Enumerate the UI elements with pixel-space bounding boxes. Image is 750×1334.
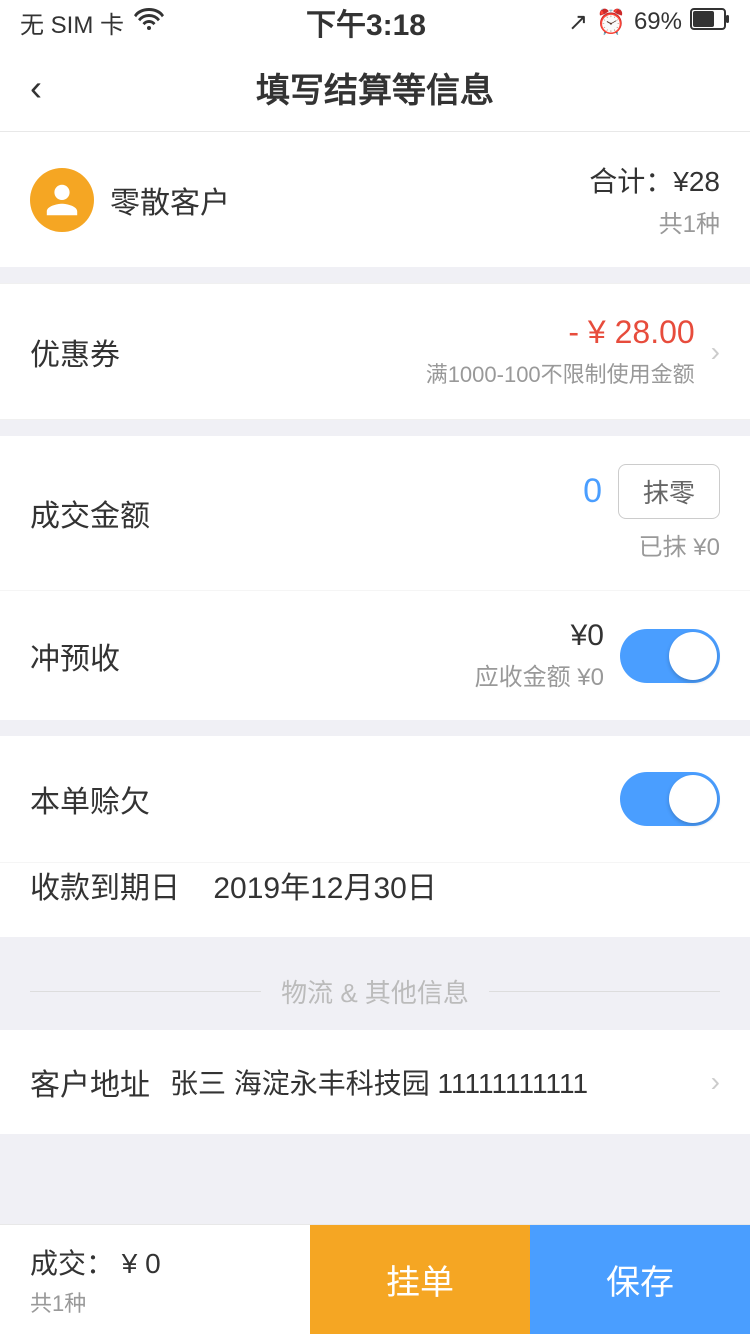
debt-toggle[interactable] bbox=[620, 772, 720, 826]
battery-icon bbox=[690, 8, 730, 37]
logistics-label: 物流 & 其他信息 bbox=[261, 973, 489, 1010]
logistics-line-left bbox=[30, 991, 261, 992]
save-button[interactable]: 保存 bbox=[530, 1225, 750, 1334]
bottom-deal-amount: 成交： ¥ 0 bbox=[30, 1242, 280, 1282]
deal-label: 成交金额 bbox=[30, 491, 150, 535]
customer-avatar bbox=[30, 168, 94, 232]
alarm-icon: ⏰ bbox=[596, 8, 626, 37]
bottom-bar: 成交： ¥ 0 共1种 挂单 保存 bbox=[0, 1224, 750, 1334]
customer-name: 零散客户 bbox=[110, 178, 230, 222]
sim-status: 无 SIM 卡 bbox=[20, 5, 124, 40]
logistics-divider: 物流 & 其他信息 bbox=[0, 953, 750, 1030]
total-count: 共1种 bbox=[589, 204, 720, 239]
address-value: 张三 海淀永丰科技园 11111111111 bbox=[170, 1062, 703, 1102]
address-chevron-icon: › bbox=[711, 1066, 720, 1098]
coupon-amount: - ¥ 28.00 bbox=[426, 314, 695, 351]
coupon-section[interactable]: 优惠券 - ¥ 28.00 满1000-100不限制使用金额 › bbox=[0, 283, 750, 420]
deal-section: 成交金额 0 抹零 已抹 ¥0 冲预收 ¥0 应收金额 ¥0 bbox=[0, 436, 750, 720]
nav-bar: ‹ 填写结算等信息 bbox=[0, 44, 750, 132]
deal-row: 成交金额 0 抹零 已抹 ¥0 bbox=[0, 436, 750, 591]
status-right: ↗ ⏰ 69% bbox=[568, 8, 730, 37]
round-off-button[interactable]: 抹零 bbox=[618, 464, 720, 519]
coupon-description: 满1000-100不限制使用金额 bbox=[426, 357, 695, 389]
status-time: 下午3:18 bbox=[306, 0, 426, 44]
advance-receivable: 应收金额 ¥0 bbox=[475, 657, 604, 692]
deal-value: 0 bbox=[583, 472, 602, 511]
advance-amount: ¥0 bbox=[475, 619, 604, 653]
debt-row: 本单赊欠 bbox=[0, 736, 750, 862]
page-title: 填写结算等信息 bbox=[256, 63, 494, 112]
coupon-right: - ¥ 28.00 满1000-100不限制使用金额 › bbox=[426, 314, 720, 389]
bottom-info: 成交： ¥ 0 共1种 bbox=[0, 1242, 310, 1318]
wifi-icon bbox=[134, 8, 164, 37]
debt-section: 本单赊欠 收款到期日 2019年12月30日 bbox=[0, 736, 750, 937]
customer-section: 零散客户 合计：¥28 共1种 bbox=[0, 132, 750, 267]
customer-right: 合计：¥28 共1种 bbox=[589, 160, 720, 239]
due-date-text: 收款到期日 2019年12月30日 bbox=[30, 872, 437, 905]
battery-percent: 69% bbox=[634, 8, 682, 36]
advance-toggle[interactable] bbox=[620, 629, 720, 683]
bottom-deal-label: 成交： bbox=[30, 1248, 114, 1279]
total-amount: 合计：¥28 bbox=[589, 160, 720, 200]
location-icon: ↗ bbox=[568, 8, 588, 37]
status-bar: 无 SIM 卡 下午3:18 ↗ ⏰ 69% bbox=[0, 0, 750, 44]
advance-label: 冲预收 bbox=[30, 634, 120, 678]
due-date-row: 收款到期日 2019年12月30日 bbox=[0, 862, 750, 937]
logistics-line-right bbox=[489, 991, 720, 992]
deal-value-row: 0 抹零 bbox=[583, 464, 720, 519]
person-icon bbox=[43, 181, 81, 219]
back-button[interactable]: ‹ bbox=[30, 67, 42, 109]
due-date-label: 收款到期日 bbox=[30, 872, 180, 905]
address-label: 客户地址 bbox=[30, 1060, 150, 1104]
debt-label: 本单赊欠 bbox=[30, 777, 150, 821]
advance-info: ¥0 应收金额 ¥0 bbox=[475, 619, 604, 692]
bottom-count: 共1种 bbox=[30, 1286, 280, 1318]
pending-button[interactable]: 挂单 bbox=[310, 1225, 530, 1334]
content: 零散客户 合计：¥28 共1种 优惠券 - ¥ 28.00 满1000-100不… bbox=[0, 132, 750, 1254]
advance-row: 冲预收 ¥0 应收金额 ¥0 bbox=[0, 591, 750, 720]
bottom-deal-value: ¥ 0 bbox=[122, 1248, 161, 1279]
coupon-chevron-icon: › bbox=[711, 336, 720, 368]
customer-left: 零散客户 bbox=[30, 168, 230, 232]
deal-right: 0 抹零 已抹 ¥0 bbox=[583, 464, 720, 562]
address-section[interactable]: 客户地址 张三 海淀永丰科技园 11111111111 › bbox=[0, 1030, 750, 1134]
advance-right: ¥0 应收金额 ¥0 bbox=[475, 619, 720, 692]
coupon-label: 优惠券 bbox=[30, 330, 120, 374]
deal-sub-text: 已抹 ¥0 bbox=[639, 527, 720, 562]
due-date-value: 2019年12月30日 bbox=[213, 872, 436, 905]
coupon-info: - ¥ 28.00 满1000-100不限制使用金额 bbox=[426, 314, 695, 389]
status-left: 无 SIM 卡 bbox=[20, 5, 164, 40]
